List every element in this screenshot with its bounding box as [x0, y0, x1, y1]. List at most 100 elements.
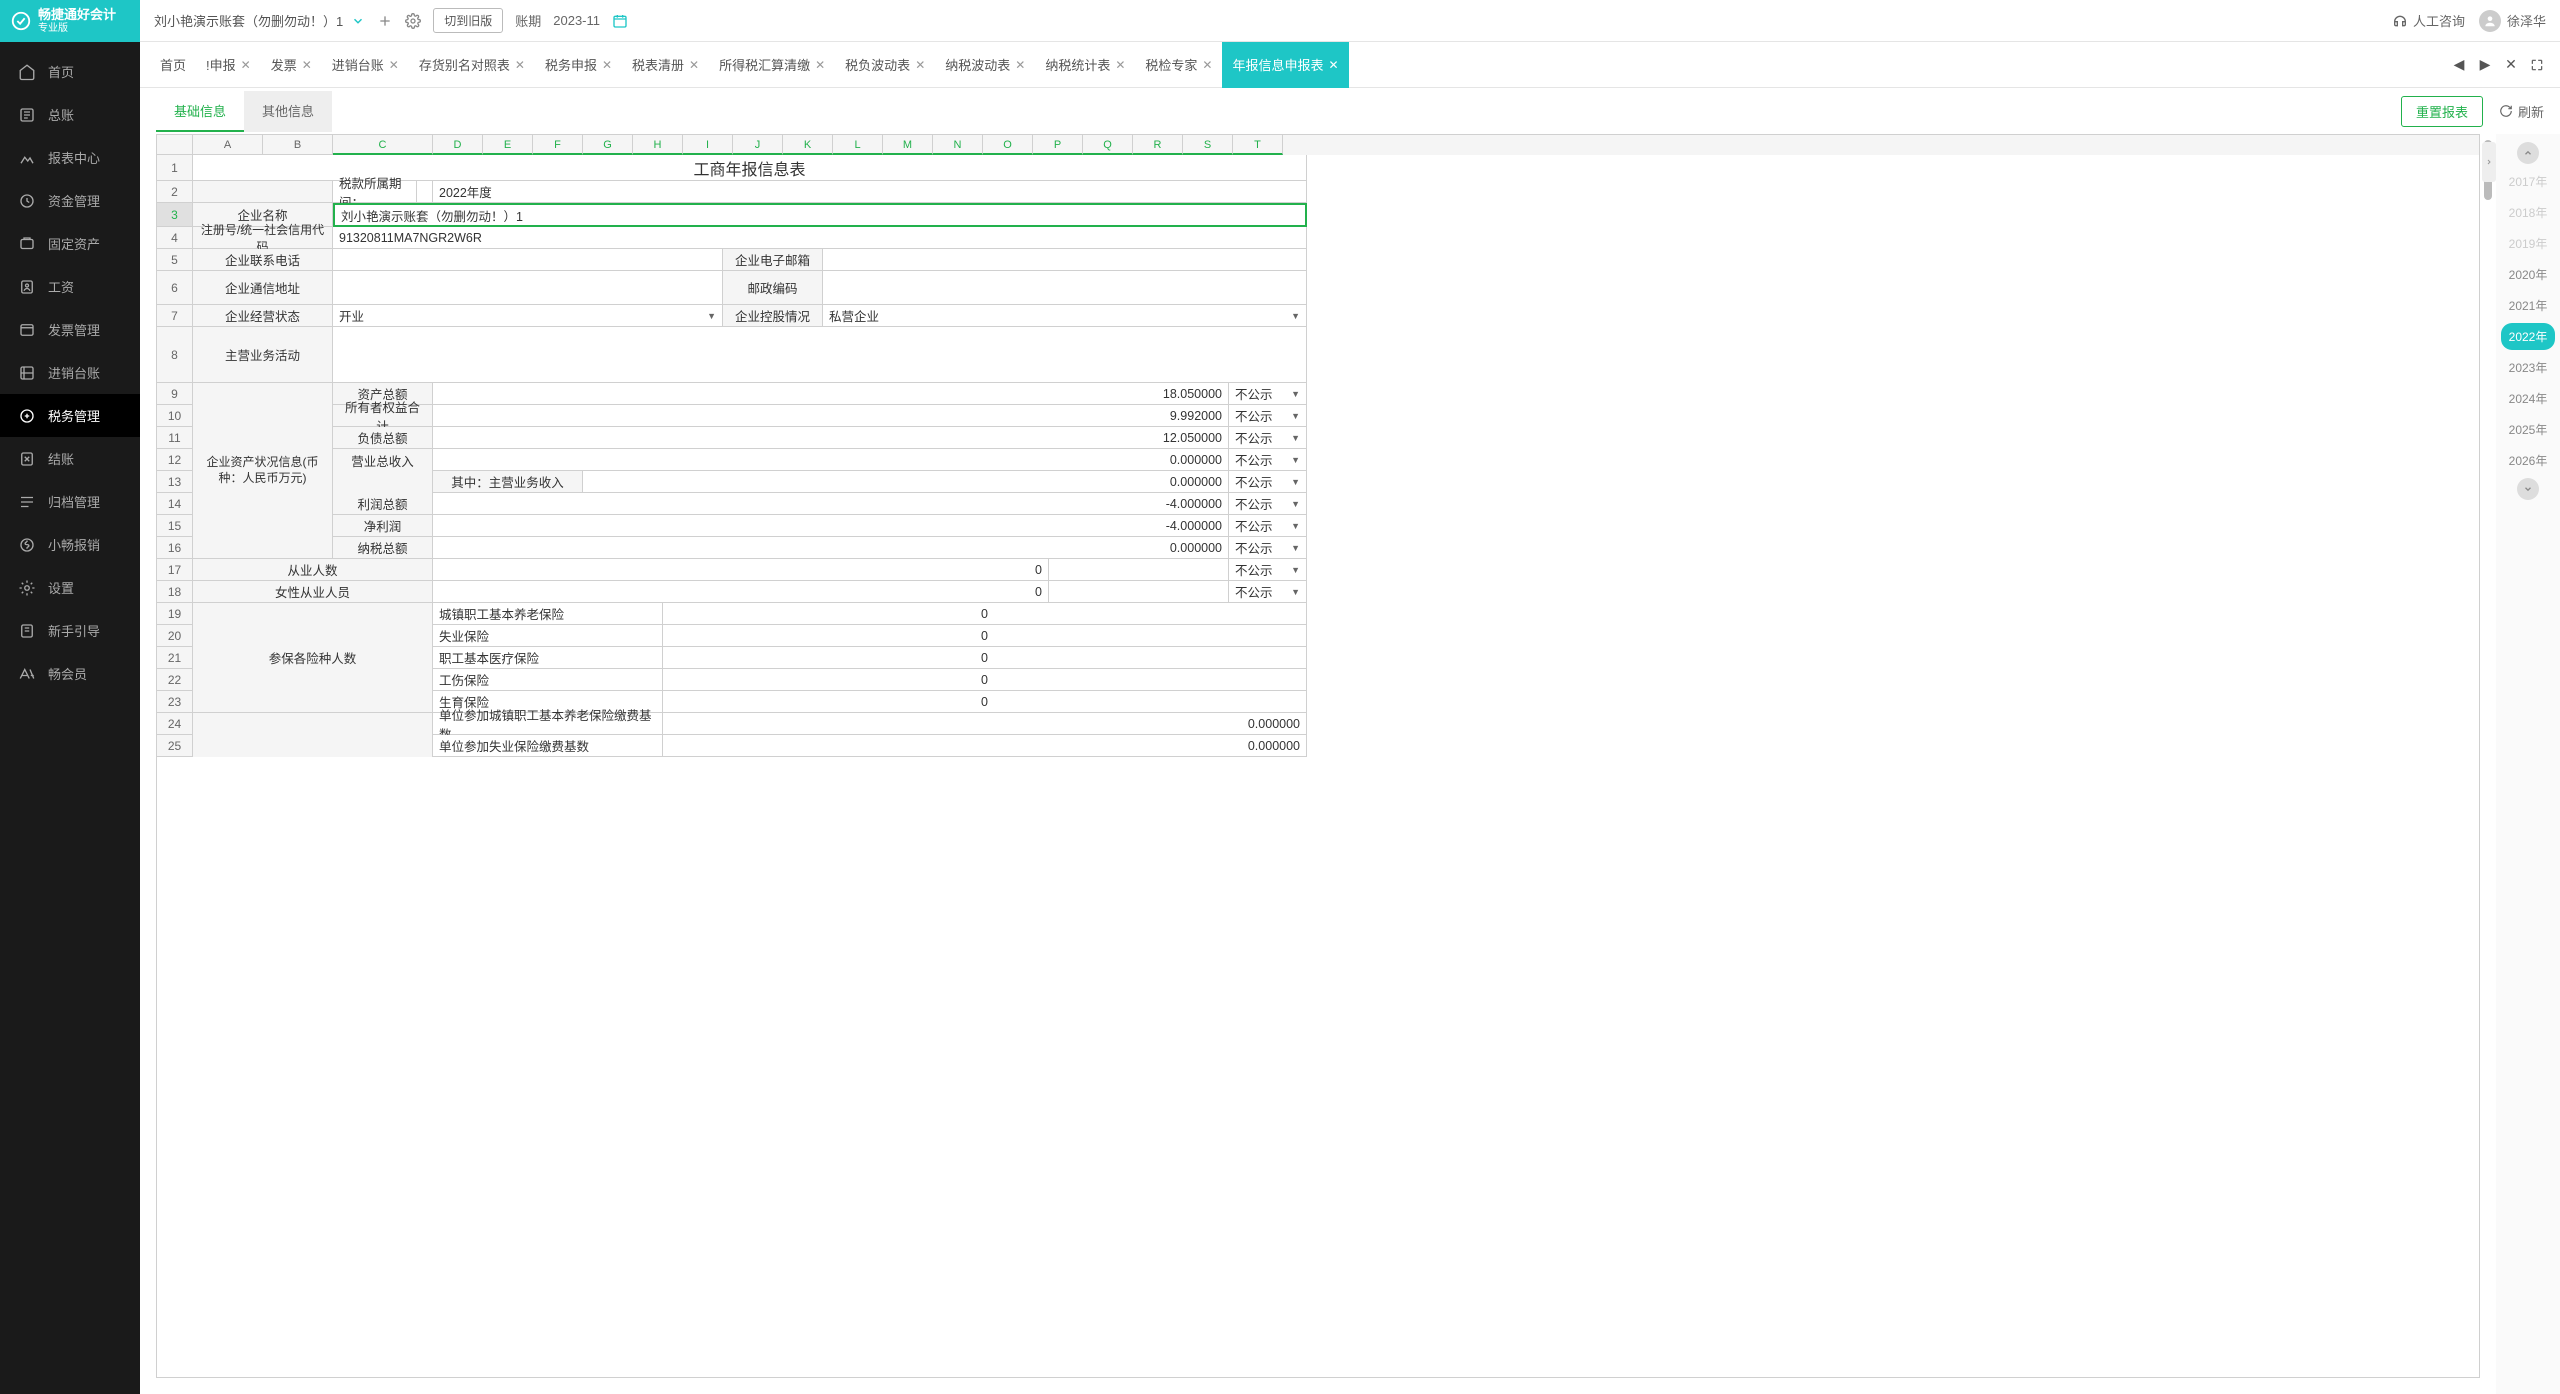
fin-pub-10[interactable]: 不公示	[1229, 405, 1307, 427]
close-icon[interactable]: ✕	[602, 58, 612, 72]
tab-next-icon[interactable]: ▶	[2472, 52, 2498, 78]
sub-tab-0[interactable]: 基础信息	[156, 91, 244, 132]
gear-icon[interactable]	[405, 13, 421, 29]
horizontal-scrollbar[interactable]	[156, 1378, 2480, 1394]
tab-10[interactable]: 纳税统计表✕	[1035, 42, 1135, 88]
address-input[interactable]	[333, 271, 723, 305]
plus-icon[interactable]	[377, 13, 393, 29]
vertical-scrollbar-track[interactable]	[2480, 134, 2496, 1394]
period-value[interactable]: 2023-11	[553, 13, 600, 28]
row-header-14[interactable]: 14	[157, 493, 193, 515]
close-icon[interactable]: ✕	[1015, 58, 1025, 72]
close-icon[interactable]: ✕	[241, 58, 251, 72]
ins-value-19[interactable]: 0	[663, 603, 1307, 625]
tab-2[interactable]: 发票✕	[261, 42, 322, 88]
fin-value-11[interactable]: 12.050000	[433, 427, 1229, 449]
tab-0[interactable]: 首页	[150, 42, 196, 88]
close-icon[interactable]: ✕	[815, 58, 825, 72]
row-header-19[interactable]: 19	[157, 603, 193, 625]
year-down-icon[interactable]	[2517, 478, 2539, 500]
row-header-10[interactable]: 10	[157, 405, 193, 427]
close-icon[interactable]: ✕	[915, 58, 925, 72]
col-header-G[interactable]: G	[583, 135, 633, 155]
base-value-24[interactable]: 0.000000	[663, 713, 1307, 735]
fin-pub-14[interactable]: 不公示	[1229, 493, 1307, 515]
row-header-2[interactable]: 2	[157, 181, 193, 203]
tax-period-value[interactable]: 2022年度	[433, 181, 1307, 203]
tab-9[interactable]: 纳税波动表✕	[935, 42, 1035, 88]
fin-value-13[interactable]: 0.000000	[583, 471, 1229, 493]
col-header-D[interactable]: D	[433, 135, 483, 155]
row-header-7[interactable]: 7	[157, 305, 193, 327]
tab-6[interactable]: 税表清册✕	[622, 42, 709, 88]
nav-item-0[interactable]: 首页	[0, 50, 140, 93]
tab-12[interactable]: 年报信息申报表✕	[1222, 42, 1348, 88]
col-header-O[interactable]: O	[983, 135, 1033, 155]
col-header-S[interactable]: S	[1183, 135, 1233, 155]
col-header-A[interactable]: A	[193, 135, 263, 155]
row-header-11[interactable]: 11	[157, 427, 193, 449]
col-header-B[interactable]: B	[263, 135, 333, 155]
zip-input[interactable]	[823, 271, 1307, 305]
account-selector[interactable]: 刘小艳演示账套（勿删勿动！）1	[154, 11, 365, 30]
tab-3[interactable]: 进销台账✕	[322, 42, 409, 88]
row-header-25[interactable]: 25	[157, 735, 193, 757]
nav-item-14[interactable]: 畅会员	[0, 652, 140, 695]
row-header-20[interactable]: 20	[157, 625, 193, 647]
row-header-12[interactable]: 12	[157, 449, 193, 471]
nav-item-7[interactable]: 进销台账	[0, 351, 140, 394]
col-header-M[interactable]: M	[883, 135, 933, 155]
row-header-1[interactable]: 1	[157, 155, 193, 181]
tab-prev-icon[interactable]: ◀	[2446, 52, 2472, 78]
fin-pub-9[interactable]: 不公示	[1229, 383, 1307, 405]
female-emp-value[interactable]: 0	[433, 581, 1049, 603]
row-header-9[interactable]: 9	[157, 383, 193, 405]
tab-close-all-icon[interactable]: ✕	[2498, 52, 2524, 78]
col-header-J[interactable]: J	[733, 135, 783, 155]
fin-value-9[interactable]: 18.050000	[433, 383, 1229, 405]
employees-value[interactable]: 0	[433, 559, 1049, 581]
row-header-17[interactable]: 17	[157, 559, 193, 581]
sub-tab-1[interactable]: 其他信息	[244, 91, 332, 132]
row-header-13[interactable]: 13	[157, 471, 193, 493]
nav-item-3[interactable]: 资金管理	[0, 179, 140, 222]
year-item-2022年[interactable]: 2022年	[2501, 323, 2556, 350]
fin-value-15[interactable]: -4.000000	[433, 515, 1229, 537]
holding-select[interactable]: 私营企业	[823, 305, 1307, 327]
year-item-2020年[interactable]: 2020年	[2501, 261, 2556, 288]
nav-item-10[interactable]: 归档管理	[0, 480, 140, 523]
year-up-icon[interactable]	[2517, 142, 2539, 164]
fin-value-12[interactable]: 0.000000	[433, 449, 1229, 471]
row-header-6[interactable]: 6	[157, 271, 193, 305]
phone-input[interactable]	[333, 249, 723, 271]
consult-button[interactable]: 人工咨询	[2392, 11, 2465, 30]
year-item-2024年[interactable]: 2024年	[2501, 385, 2556, 412]
col-header-Q[interactable]: Q	[1083, 135, 1133, 155]
col-header-E[interactable]: E	[483, 135, 533, 155]
nav-item-13[interactable]: 新手引导	[0, 609, 140, 652]
row-header-4[interactable]: 4	[157, 227, 193, 249]
biz-status-select[interactable]: 开业	[333, 305, 723, 327]
tab-7[interactable]: 所得税汇算清缴✕	[709, 42, 835, 88]
close-icon[interactable]: ✕	[1115, 58, 1125, 72]
close-icon[interactable]: ✕	[689, 58, 699, 72]
row-header-3[interactable]: 3	[157, 203, 193, 227]
close-icon[interactable]: ✕	[1202, 58, 1212, 72]
nav-item-1[interactable]: 总账	[0, 93, 140, 136]
main-biz-input[interactable]	[333, 327, 1307, 383]
row-header-18[interactable]: 18	[157, 581, 193, 603]
nav-item-12[interactable]: 设置	[0, 566, 140, 609]
col-header-H[interactable]: H	[633, 135, 683, 155]
company-name-input[interactable]: 刘小艳演示账套（勿删勿动！）1	[333, 203, 1307, 227]
nav-item-5[interactable]: 工资	[0, 265, 140, 308]
fin-pub-15[interactable]: 不公示	[1229, 515, 1307, 537]
nav-item-4[interactable]: 固定资产	[0, 222, 140, 265]
ins-value-22[interactable]: 0	[663, 669, 1307, 691]
spreadsheet[interactable]: ABCDEFGHIJKLMNOPQRST1工商年报信息表2税款所属期间：2022…	[156, 134, 2480, 1378]
tab-5[interactable]: 税务申报✕	[535, 42, 622, 88]
nav-item-11[interactable]: 小畅报销	[0, 523, 140, 566]
close-icon[interactable]: ✕	[389, 58, 399, 72]
row-header-21[interactable]: 21	[157, 647, 193, 669]
fin-pub-12[interactable]: 不公示	[1229, 449, 1307, 471]
refresh-button[interactable]: 刷新	[2499, 102, 2544, 121]
